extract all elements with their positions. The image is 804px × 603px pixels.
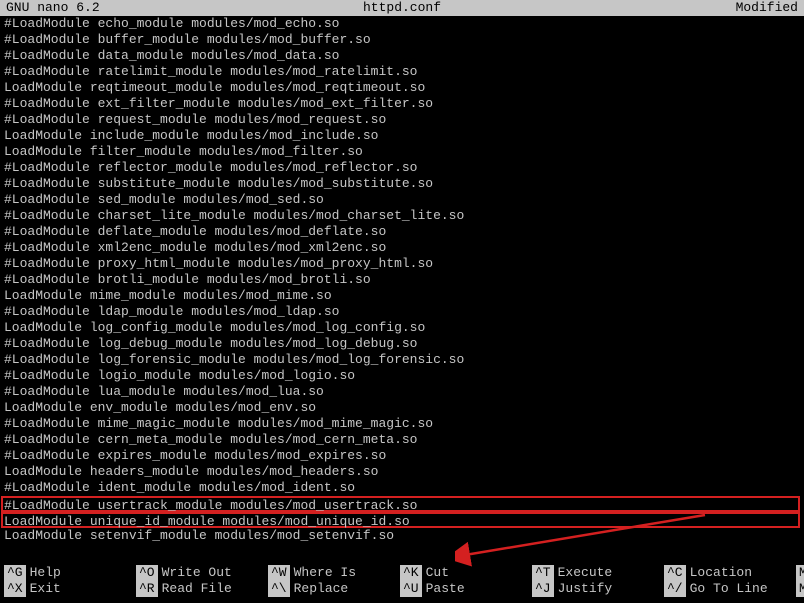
shortcut-key: ^\ xyxy=(268,581,290,597)
shortcut-label: Where Is xyxy=(290,565,356,581)
editor-line: #LoadModule ident_module modules/mod_ide… xyxy=(4,480,800,496)
file-name: httpd.conf xyxy=(0,0,804,16)
shortcut-label: Justify xyxy=(554,581,613,597)
editor-line: LoadModule env_module modules/mod_env.so xyxy=(4,400,800,416)
shortcut-label: Execute xyxy=(554,565,613,581)
editor-line: #LoadModule usertrack_module modules/mod… xyxy=(1,496,800,512)
shortcut-item: M-UUndo xyxy=(796,565,804,581)
editor-line: #LoadModule charset_lite_module modules/… xyxy=(4,208,800,224)
shortcut-item: M-ERedo xyxy=(796,581,804,597)
editor-line: #LoadModule proxy_html_module modules/mo… xyxy=(4,256,800,272)
editor-line: #LoadModule logio_module modules/mod_log… xyxy=(4,368,800,384)
shortcut-label: Paste xyxy=(422,581,465,597)
shortcut-key: ^O xyxy=(136,565,158,581)
shortcut-label: Cut xyxy=(422,565,449,581)
shortcut-label: Write Out xyxy=(158,565,232,581)
editor-line: #LoadModule echo_module modules/mod_echo… xyxy=(4,16,800,32)
shortcut-key: ^C xyxy=(664,565,686,581)
shortcut-key: ^R xyxy=(136,581,158,597)
shortcut-key: ^G xyxy=(4,565,26,581)
editor-line: LoadModule log_config_module modules/mod… xyxy=(4,320,800,336)
editor-line: #LoadModule buffer_module modules/mod_bu… xyxy=(4,32,800,48)
shortcut-item: ^CLocation xyxy=(664,565,796,581)
editor-line: #LoadModule reflector_module modules/mod… xyxy=(4,160,800,176)
shortcut-item: ^GHelp xyxy=(4,565,136,581)
modified-status: Modified xyxy=(736,0,798,16)
shortcut-label: Replace xyxy=(290,581,349,597)
shortcut-label: Help xyxy=(26,565,61,581)
editor-line: #LoadModule ext_filter_module modules/mo… xyxy=(4,96,800,112)
editor-line: LoadModule headers_module modules/mod_he… xyxy=(4,464,800,480)
shortcut-item: ^RRead File xyxy=(136,581,268,597)
shortcut-bar: ^GHelp^OWrite Out^WWhere Is^KCut^TExecut… xyxy=(0,565,804,597)
shortcut-key: ^J xyxy=(532,581,554,597)
editor-line: #LoadModule expires_module modules/mod_e… xyxy=(4,448,800,464)
shortcut-key: M-E xyxy=(796,581,804,597)
shortcut-key: ^K xyxy=(400,565,422,581)
shortcut-item: ^OWrite Out xyxy=(136,565,268,581)
shortcut-label: Location xyxy=(686,565,752,581)
shortcut-item: ^TExecute xyxy=(532,565,664,581)
shortcut-key: M-U xyxy=(796,565,804,581)
editor-line: LoadModule include_module modules/mod_in… xyxy=(4,128,800,144)
editor-line: LoadModule filter_module modules/mod_fil… xyxy=(4,144,800,160)
editor-line: #LoadModule sed_module modules/mod_sed.s… xyxy=(4,192,800,208)
shortcut-label: Go To Line xyxy=(686,581,768,597)
editor-line: LoadModule setenvif_module modules/mod_s… xyxy=(4,528,800,544)
shortcut-item: ^/Go To Line xyxy=(664,581,796,597)
editor-line: #LoadModule mime_magic_module modules/mo… xyxy=(4,416,800,432)
shortcut-key: ^U xyxy=(400,581,422,597)
editor-line: #LoadModule xml2enc_module modules/mod_x… xyxy=(4,240,800,256)
shortcut-key: ^X xyxy=(4,581,26,597)
shortcut-item: ^KCut xyxy=(400,565,532,581)
app-name: GNU nano 6.2 xyxy=(6,0,100,16)
editor-line: #LoadModule ldap_module modules/mod_ldap… xyxy=(4,304,800,320)
shortcut-item: ^XExit xyxy=(4,581,136,597)
editor-line: #LoadModule lua_module modules/mod_lua.s… xyxy=(4,384,800,400)
editor-line: LoadModule reqtimeout_module modules/mod… xyxy=(4,80,800,96)
editor-line: #LoadModule substitute_module modules/mo… xyxy=(4,176,800,192)
shortcut-item: ^UPaste xyxy=(400,581,532,597)
shortcut-item: ^WWhere Is xyxy=(268,565,400,581)
shortcut-key: ^T xyxy=(532,565,554,581)
editor-line: LoadModule mime_module modules/mod_mime.… xyxy=(4,288,800,304)
shortcut-item: ^JJustify xyxy=(532,581,664,597)
editor-line: #LoadModule cern_meta_module modules/mod… xyxy=(4,432,800,448)
editor-line: #LoadModule request_module modules/mod_r… xyxy=(4,112,800,128)
shortcut-key: ^/ xyxy=(664,581,686,597)
editor-line: #LoadModule data_module modules/mod_data… xyxy=(4,48,800,64)
editor-content[interactable]: #LoadModule echo_module modules/mod_echo… xyxy=(0,16,804,544)
editor-line: #LoadModule log_forensic_module modules/… xyxy=(4,352,800,368)
shortcut-key: ^W xyxy=(268,565,290,581)
editor-line: #LoadModule deflate_module modules/mod_d… xyxy=(4,224,800,240)
shortcut-label: Exit xyxy=(26,581,61,597)
editor-line: #LoadModule ratelimit_module modules/mod… xyxy=(4,64,800,80)
shortcut-item: ^\Replace xyxy=(268,581,400,597)
shortcut-label: Read File xyxy=(158,581,232,597)
editor-line: LoadModule unique_id_module modules/mod_… xyxy=(1,512,800,528)
editor-line: #LoadModule brotli_module modules/mod_br… xyxy=(4,272,800,288)
title-bar: GNU nano 6.2 httpd.conf Modified xyxy=(0,0,804,16)
editor-line: #LoadModule log_debug_module modules/mod… xyxy=(4,336,800,352)
